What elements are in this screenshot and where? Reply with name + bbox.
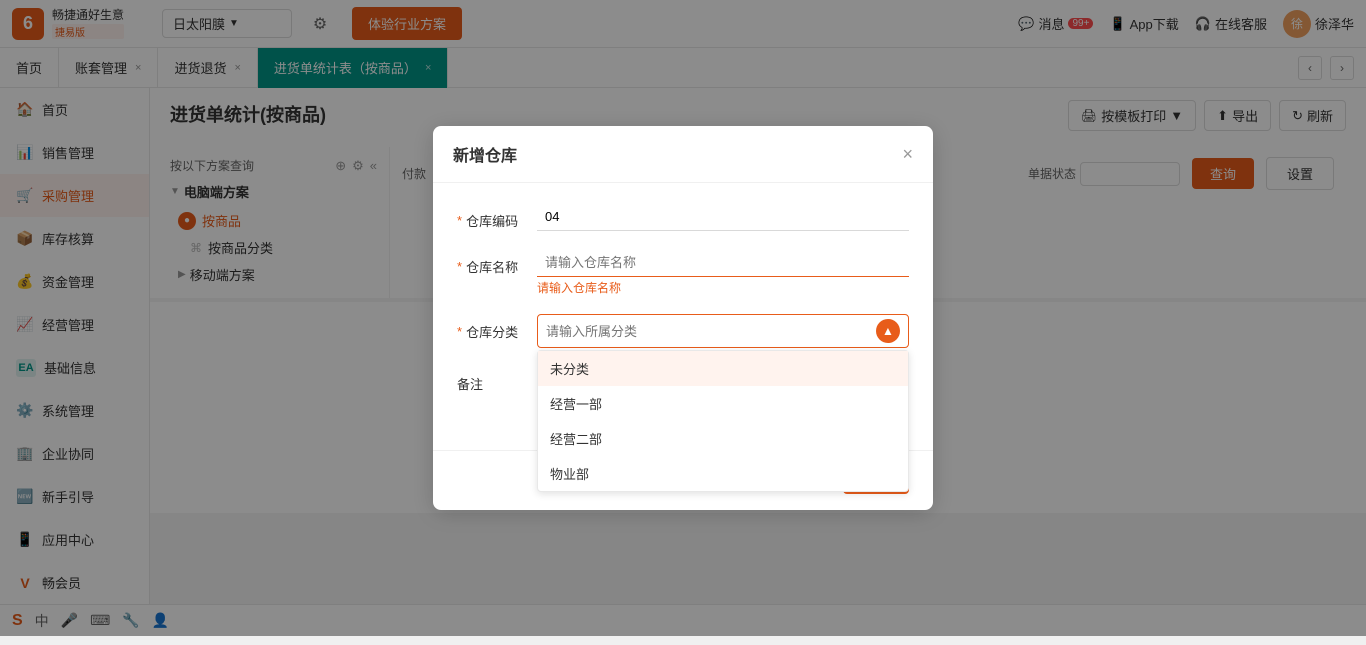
name-input[interactable] — [537, 249, 909, 277]
category-input[interactable] — [546, 324, 876, 339]
modal-title: 新增仓库 — [453, 142, 517, 166]
name-field: 请输入仓库名称 — [537, 249, 909, 296]
code-label: * 仓库编码 — [457, 203, 537, 230]
add-warehouse-modal: 新增仓库 × * 仓库编码 * 仓库名称 — [433, 126, 933, 510]
code-input[interactable] — [537, 203, 909, 231]
name-label: * 仓库名称 — [457, 249, 537, 276]
code-required-mark: * — [457, 213, 462, 228]
dropdown-item-property[interactable]: 物业部 — [538, 456, 908, 491]
category-toggle-icon[interactable]: ▲ — [876, 319, 900, 343]
modal-close-icon[interactable]: × — [902, 145, 913, 163]
category-field: ▲ 未分类 经营一部 经营二部 物业部 — [537, 314, 909, 348]
name-form-row: * 仓库名称 请输入仓库名称 — [457, 249, 909, 296]
code-field — [537, 203, 909, 231]
category-form-row: * 仓库分类 ▲ 未分类 经营一部 经营二部 物业部 — [457, 314, 909, 348]
note-label: 备注 — [457, 366, 537, 393]
dropdown-item-ops2[interactable]: 经营二部 — [538, 421, 908, 456]
category-dropdown: 未分类 经营一部 经营二部 物业部 — [537, 350, 909, 492]
modal-header: 新增仓库 × — [433, 126, 933, 183]
name-error-msg: 请输入仓库名称 — [537, 279, 909, 296]
modal-body: * 仓库编码 * 仓库名称 请输入仓库名称 — [433, 183, 933, 450]
name-required-mark: * — [457, 259, 462, 274]
category-input-wrap: ▲ — [537, 314, 909, 348]
dropdown-item-ops1[interactable]: 经营一部 — [538, 386, 908, 421]
dropdown-item-uncategorized[interactable]: 未分类 — [538, 351, 908, 386]
category-required-mark: * — [457, 324, 462, 339]
code-form-row: * 仓库编码 — [457, 203, 909, 231]
category-label: * 仓库分类 — [457, 314, 537, 341]
modal-overlay: 新增仓库 × * 仓库编码 * 仓库名称 — [0, 0, 1366, 636]
